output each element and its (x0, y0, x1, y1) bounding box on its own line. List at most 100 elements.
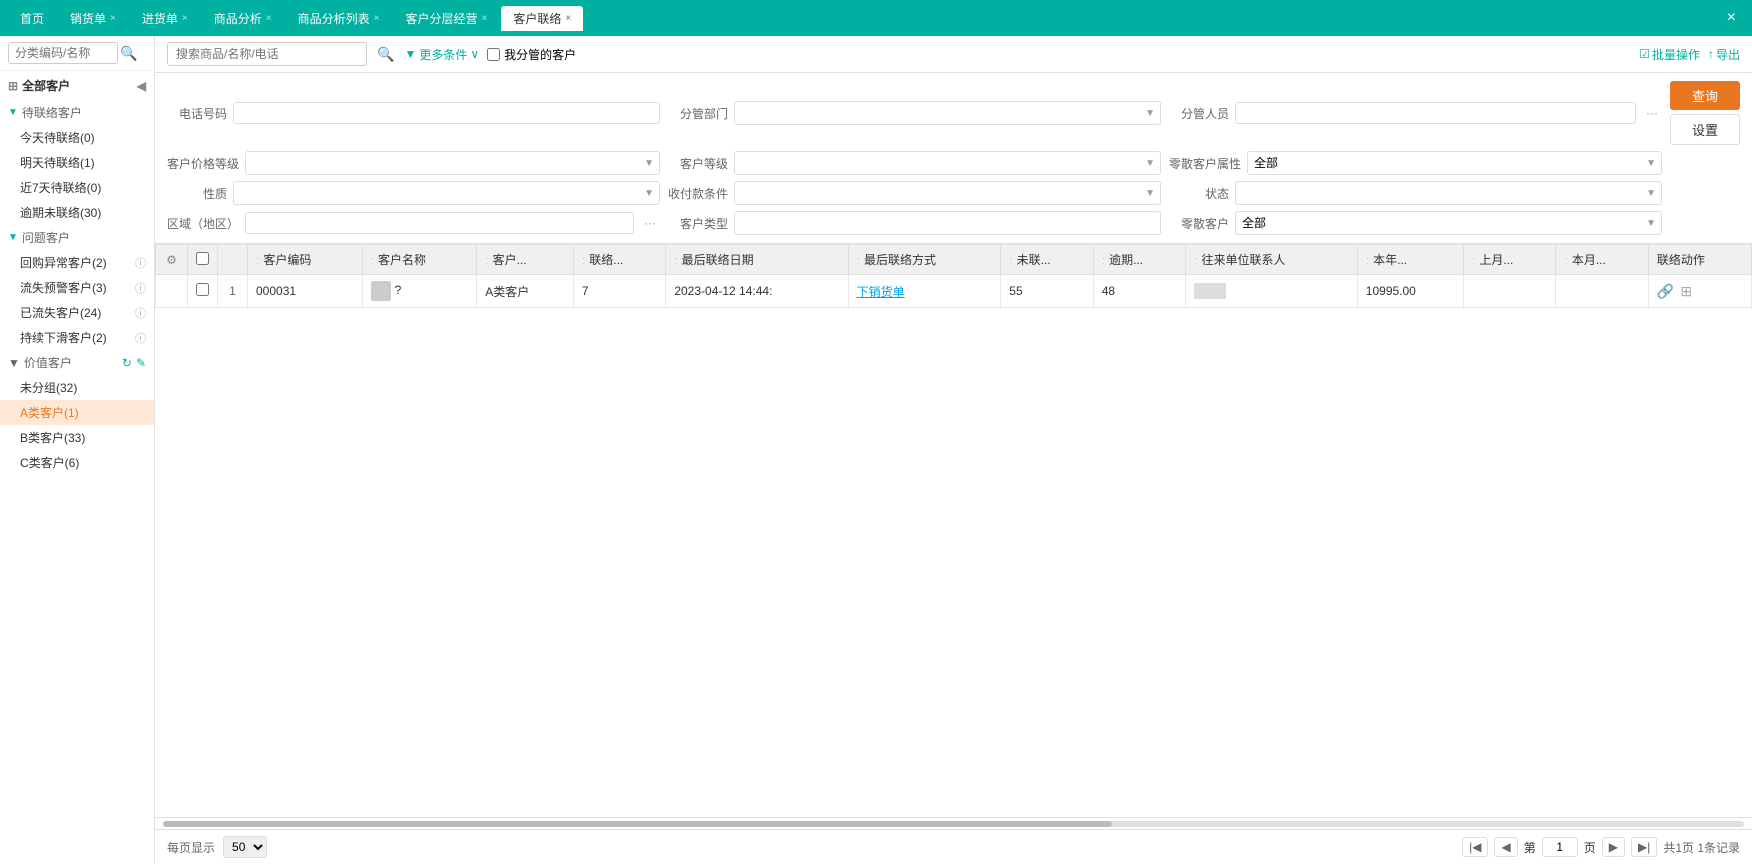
nav-tab-sales-label: 销货单 (70, 10, 106, 27)
filter-phone-field: 电话号码 (167, 102, 660, 124)
th-overdue[interactable]: 逾期... (1093, 245, 1185, 275)
sidebar-item-churn-warning-label: 流失预警客户(3) (20, 279, 107, 296)
price-level-select[interactable] (245, 151, 660, 175)
sidebar-item-overdue[interactable]: 逾期未联络(30) (0, 200, 154, 225)
sidebar-all-customers-header[interactable]: ⊞ 全部客户 ◀ (0, 71, 154, 100)
close-customer-segment-icon[interactable]: × (481, 13, 487, 24)
export-button[interactable]: ↑ 导出 (1708, 46, 1740, 63)
sidebar-item-today[interactable]: 今天待联络(0) (0, 125, 154, 150)
action-link-icon[interactable]: 🔗 (1657, 283, 1674, 300)
filter-scattered-customer-field: 零散客户 全部 ▼ (1169, 211, 1662, 235)
chevron-down-icon: ∨ (470, 47, 479, 61)
horizontal-scrollbar[interactable] (155, 817, 1752, 829)
payment-select[interactable] (734, 181, 1161, 205)
sidebar-item-week[interactable]: 近7天待联络(0) (0, 175, 154, 200)
th-contact-person[interactable]: 往来单位联系人 (1186, 245, 1358, 275)
action-chat-icon[interactable]: ⊞ (1680, 283, 1692, 300)
close-customer-contact-icon[interactable]: × (565, 13, 571, 24)
my-customers-checkbox-label[interactable]: 我分管的客户 (487, 46, 576, 63)
sidebar-item-churned[interactable]: 已流失客户(24) ⓘ (0, 300, 154, 325)
checkbox-header[interactable] (188, 245, 218, 275)
th-no-contact[interactable]: 未联... (1001, 245, 1093, 275)
edit-icon[interactable]: ✎ (136, 356, 146, 370)
sidebar-item-type-b[interactable]: B类客户(33) (0, 425, 154, 450)
nav-tab-home[interactable]: 首页 (8, 6, 56, 31)
th-type[interactable]: 客户... (477, 245, 574, 275)
sidebar-item-repurchase[interactable]: 回购异常客户(2) ⓘ (0, 250, 154, 275)
th-this-month[interactable]: 本月... (1556, 245, 1648, 275)
settings-button[interactable]: 设置 (1670, 114, 1740, 145)
th-this-year[interactable]: 本年... (1357, 245, 1463, 275)
refresh-icon[interactable]: ↻ (122, 356, 132, 370)
sidebar-item-declining[interactable]: 持续下滑客户(2) ⓘ (0, 325, 154, 350)
customer-type-select[interactable] (734, 211, 1161, 235)
gear-header[interactable]: ⚙ (156, 245, 188, 275)
sidebar-item-type-c[interactable]: C类客户(6) (0, 450, 154, 475)
scroll-thumb[interactable] (163, 821, 1112, 827)
region-input[interactable] (245, 212, 634, 234)
nav-tab-sales[interactable]: 销货单 × (58, 6, 128, 31)
status-select[interactable] (1235, 181, 1662, 205)
th-last-method[interactable]: 最后联络方式 (848, 245, 1001, 275)
nature-select[interactable] (233, 181, 660, 205)
sidebar-item-ungrouped[interactable]: 未分组(32) (0, 375, 154, 400)
sidebar-item-churned-label: 已流失客户(24) (20, 304, 101, 321)
nav-tab-purchase[interactable]: 进货单 × (130, 6, 200, 31)
filter-customer-level-field: 客户等级 ▼ (668, 151, 1161, 175)
select-all-checkbox[interactable] (196, 252, 209, 265)
sidebar-search-button[interactable]: 🔍 (118, 45, 139, 62)
per-page-select[interactable]: 50 (223, 836, 267, 858)
content-area: 🔍 ▼ 更多条件 ∨ 我分管的客户 ☑ 批量操作 ↑ 导出 (155, 36, 1752, 864)
close-purchase-icon[interactable]: × (182, 13, 188, 24)
row-this-month (1556, 275, 1648, 308)
th-contact[interactable]: 联络... (573, 245, 665, 275)
my-customers-checkbox[interactable] (487, 48, 500, 61)
th-last-month[interactable]: 上月... (1464, 245, 1556, 275)
more-filters-button[interactable]: ▼ 更多条件 ∨ (404, 46, 479, 63)
last-method-link[interactable]: 下销货单 (857, 285, 905, 299)
close-sales-icon[interactable]: × (110, 13, 116, 24)
collapse-icon[interactable]: ◀ (137, 79, 146, 93)
next-page-button[interactable]: ▶ (1602, 837, 1625, 857)
sidebar-item-churn-warning[interactable]: 流失预警客户(3) ⓘ (0, 275, 154, 300)
nav-tab-product-analysis-label: 商品分析 (214, 10, 262, 27)
row-gear[interactable] (156, 275, 188, 308)
sidebar-group-pending[interactable]: ▼ 待联络客户 (0, 100, 154, 125)
sidebar-item-tomorrow[interactable]: 明天待联络(1) (0, 150, 154, 175)
region-ellipsis-icon[interactable]: ··· (640, 216, 660, 230)
dept-select[interactable] (734, 101, 1161, 125)
row-checkbox[interactable] (196, 283, 209, 296)
nav-tab-product-analysis[interactable]: 商品分析 × (202, 6, 284, 31)
th-last-date[interactable]: 最后联络日期 (666, 245, 848, 275)
sidebar-group-problem[interactable]: ▼ 问题客户 (0, 225, 154, 250)
customer-level-select[interactable] (734, 151, 1161, 175)
th-name[interactable]: 客户名称 (362, 245, 477, 275)
close-product-analysis-icon[interactable]: × (266, 13, 272, 24)
first-page-button[interactable]: |◀ (1462, 837, 1488, 857)
sidebar-group-value[interactable]: ▼ 价值客户 ↻ ✎ (0, 350, 154, 375)
close-product-analysis-list-icon[interactable]: × (374, 13, 380, 24)
th-code[interactable]: 客户编码 (248, 245, 363, 275)
nav-tab-customer-segment[interactable]: 客户分层经营 × (393, 6, 499, 31)
batch-operation-button[interactable]: ☑ 批量操作 (1639, 46, 1700, 63)
scattered-customer-select[interactable]: 全部 (1235, 211, 1662, 235)
sidebar-search-input[interactable] (8, 42, 118, 64)
filter-search-button[interactable]: 🔍 (375, 46, 396, 63)
nav-tab-product-analysis-list-label: 商品分析列表 (298, 10, 370, 27)
manager-input[interactable] (1235, 102, 1636, 124)
close-all-tabs-button[interactable]: × (1719, 5, 1744, 31)
scroll-track[interactable] (163, 821, 1744, 827)
manager-ellipsis-icon[interactable]: ··· (1642, 106, 1662, 120)
scattered-attr-select[interactable]: 全部 (1247, 151, 1662, 175)
nav-tab-customer-contact[interactable]: 客户联络 × (501, 6, 583, 31)
query-button[interactable]: 查询 (1670, 81, 1740, 110)
sidebar-item-type-a[interactable]: A类客户(1) (0, 400, 154, 425)
last-page-button[interactable]: ▶| (1631, 837, 1657, 857)
customer-level-label: 客户等级 (668, 155, 728, 172)
phone-input[interactable] (233, 102, 660, 124)
prev-page-button[interactable]: ◀ (1494, 837, 1517, 857)
manager-label: 分管人员 (1169, 105, 1229, 122)
filter-search-input[interactable] (167, 42, 367, 66)
nav-tab-product-analysis-list[interactable]: 商品分析列表 × (286, 6, 392, 31)
page-input[interactable] (1542, 837, 1578, 857)
